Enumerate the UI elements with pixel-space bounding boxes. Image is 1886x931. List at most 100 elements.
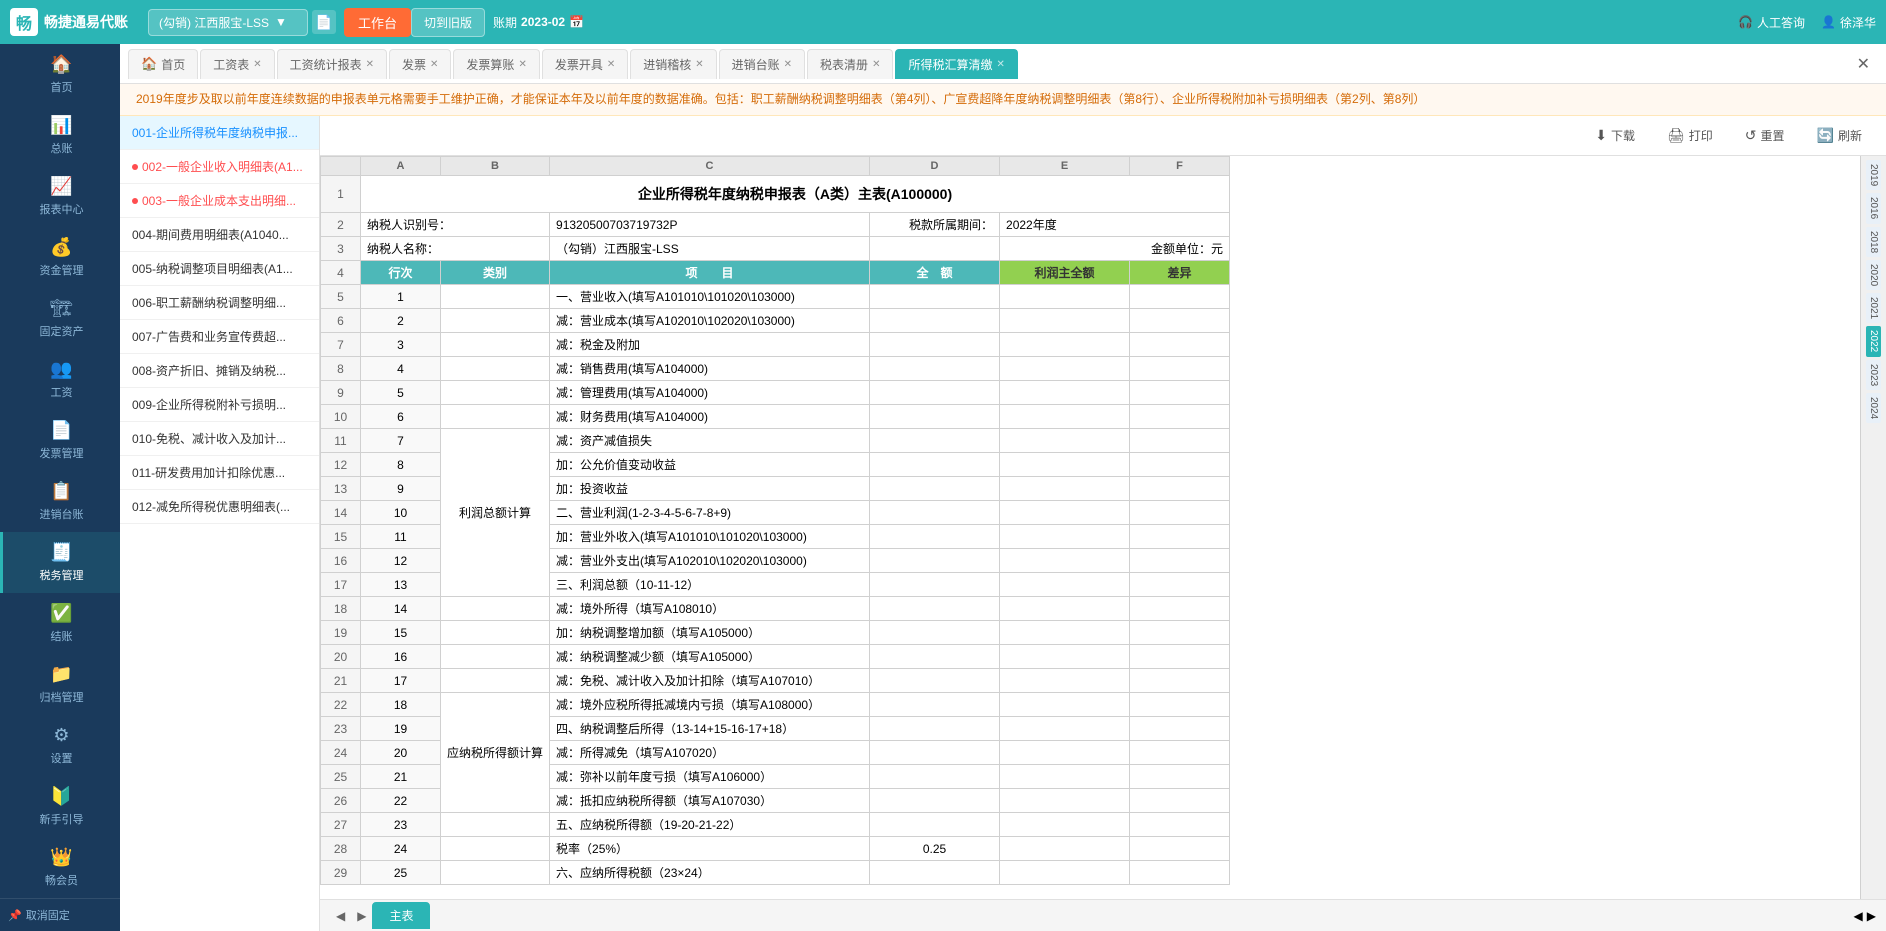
tab-invoice[interactable]: 发票 ✕ (389, 49, 451, 79)
tab-invoice-open[interactable]: 发票开具 ✕ (542, 49, 628, 79)
tab-active-close-icon[interactable]: ✕ (996, 59, 1004, 70)
left-panel-item-008[interactable]: 008-资产折旧、摊销及纳税... (120, 354, 319, 388)
tab-home[interactable]: 🏠 首页 (128, 49, 198, 79)
tab-close-icon[interactable]: ✕ (430, 59, 438, 70)
left-panel-item-005[interactable]: 005-纳税调整项目明细表(A1... (120, 252, 319, 286)
left-item-label-011: 011-研发费用加计扣除优惠... (132, 464, 285, 481)
tab-close-icon[interactable]: ✕ (366, 59, 374, 70)
sidebar-item-archive[interactable]: 📁 归档管理 (0, 654, 120, 715)
year-tag-2023[interactable]: 2023 (1866, 360, 1881, 390)
print-button[interactable]: 🖨 打印 (1659, 123, 1721, 148)
tab-salary-stats[interactable]: 工资统计报表 ✕ (277, 49, 387, 79)
left-item-label-009: 009-企业所得税附补亏损明... (132, 396, 286, 413)
left-panel-item-003[interactable]: 003-一般企业成本支出明细... (120, 184, 319, 218)
left-panel-item-004[interactable]: 004-期间费用明细表(A1040... (120, 218, 319, 252)
company-selector[interactable]: (勾销) 江西服宝-LSS ▼ (148, 9, 308, 36)
tab-income-tax[interactable]: 所得税汇算清缴 ✕ (895, 49, 1017, 79)
warning-bar: 2019年度步及取以前年度连续数据的申报表单元格需要手工维护正确，才能保证本年及… (120, 84, 1886, 116)
left-panel-item-006[interactable]: 006-职工薪酬纳税调整明细... (120, 286, 319, 320)
sheet-nav-prev[interactable]: ◀ (330, 909, 351, 923)
sidebar-item-home[interactable]: 🏠 首页 (0, 44, 120, 105)
left-panel-item-010[interactable]: 010-免税、减计收入及加计... (120, 422, 319, 456)
sidebar-item-settle[interactable]: ✅ 结账 (0, 593, 120, 654)
company-name-value: （勾销）江西服宝-LSS (550, 237, 870, 261)
table-row: 28 24 税率（25%） 0.25 (321, 837, 1230, 861)
scroll-left-icon[interactable]: ◀ (1854, 909, 1863, 923)
sidebar-item-member[interactable]: 👑 畅会员 (0, 837, 120, 898)
switch-version-button[interactable]: 切到旧版 (411, 8, 485, 37)
category-profit: 利润总额计算 (441, 429, 550, 597)
row-num-3: 3 (321, 237, 361, 261)
tab-invoice-calc[interactable]: 发票算账 ✕ (453, 49, 539, 79)
pin-toggle[interactable]: 📌 取消固定 (0, 898, 120, 931)
scroll-controls: ◀ ▶ (1854, 909, 1876, 923)
sidebar: 🏠 首页 📊 总账 📈 报表中心 💰 资金管理 🏗 固定资产 👥 工资 (0, 44, 120, 931)
col-header-num (321, 157, 361, 176)
tab-close-icon[interactable]: ✕ (695, 59, 703, 70)
table-row: 1 企业所得税年度纳税申报表（A类）主表(A100000) (321, 176, 1230, 213)
left-item-label-008: 008-资产折旧、摊销及纳税... (132, 362, 286, 379)
sidebar-item-report[interactable]: 📈 报表中心 (0, 166, 120, 227)
year-tag-2016[interactable]: 2016 (1866, 193, 1881, 223)
left-panel-item-001[interactable]: 001-企业所得税年度纳税申报... (120, 116, 319, 150)
sidebar-label-home: 首页 (51, 79, 73, 95)
workbench-button[interactable]: 工作台 (344, 8, 411, 37)
year-tag-2019[interactable]: 2019 (1866, 160, 1881, 190)
toolbar: ⬇ 下载 🖨 打印 ↺ 重置 🔄 刷新 (320, 116, 1886, 156)
scroll-right-icon[interactable]: ▶ (1867, 909, 1876, 923)
left-panel-item-012[interactable]: 012-减免所得税优惠明细表(... (120, 490, 319, 524)
calendar-icon[interactable]: 📅 (569, 15, 584, 29)
warning-text: 2019年度步及取以前年度连续数据的申报表单元格需要手工维护正确，才能保证本年及… (136, 92, 1425, 106)
tab-close-icon[interactable]: ✕ (784, 59, 792, 70)
tab-invoice-label: 发票 (402, 56, 426, 73)
tab-income-tax-label: 所得税汇算清缴 (908, 56, 992, 73)
refresh-button[interactable]: 🔄 刷新 (1809, 123, 1870, 148)
logo-icon: 畅 (10, 8, 38, 36)
year-tag-2022[interactable]: 2022 (1866, 326, 1881, 356)
tab-close-icon[interactable]: ✕ (253, 59, 261, 70)
top-right-area: 🎧 人工答询 👤 徐泽华 (1738, 14, 1876, 31)
tab-salary[interactable]: 工资表 ✕ (200, 49, 274, 79)
tab-close-icon[interactable]: ✕ (872, 59, 880, 70)
reset-button[interactable]: ↺ 重置 (1737, 123, 1793, 148)
tab-close-icon[interactable]: ✕ (607, 59, 615, 70)
left-panel-item-009[interactable]: 009-企业所得税附补亏损明... (120, 388, 319, 422)
close-all-button[interactable]: ✕ (1849, 54, 1878, 74)
support-link[interactable]: 🎧 人工答询 (1738, 14, 1805, 31)
left-panel-item-007[interactable]: 007-广告费和业务宣传费超... (120, 320, 319, 354)
year-tag-2024[interactable]: 2024 (1866, 393, 1881, 423)
sidebar-item-tax[interactable]: 🧾 税务管理 (0, 532, 120, 593)
user-area[interactable]: 👤 徐泽华 (1821, 14, 1876, 31)
tab-tax-clear[interactable]: 税表清册 ✕ (807, 49, 893, 79)
sidebar-label-fund: 资金管理 (40, 262, 84, 278)
sidebar-label-assets: 固定资产 (40, 323, 84, 339)
left-panel-item-002[interactable]: 002-一般企业收入明细表(A1... (120, 150, 319, 184)
year-tag-2018[interactable]: 2018 (1866, 227, 1881, 257)
logo-area: 畅 畅捷通易代账 (10, 8, 128, 36)
sidebar-item-salary[interactable]: 👥 工资 (0, 349, 120, 410)
sheet-tab-main[interactable]: 主表 (372, 902, 430, 929)
error-dot-002 (132, 164, 138, 170)
year-tag-2020[interactable]: 2020 (1866, 260, 1881, 290)
sidebar-item-settings[interactable]: ⚙ 设置 (0, 715, 120, 776)
sidebar-item-invoice[interactable]: 📄 发票管理 (0, 410, 120, 471)
left-panel-item-011[interactable]: 011-研发费用加计扣除优惠... (120, 456, 319, 490)
sidebar-item-general-ledger[interactable]: 📊 总账 (0, 105, 120, 166)
tab-sales-check[interactable]: 进销稽核 ✕ (630, 49, 716, 79)
tab-close-icon[interactable]: ✕ (518, 59, 526, 70)
sidebar-item-fund[interactable]: 💰 资金管理 (0, 227, 120, 288)
tab-sales-ledger[interactable]: 进销台账 ✕ (719, 49, 805, 79)
table-row-header: 4 行次 类别 项 目 全 额 利润主全额 差异 (321, 261, 1230, 285)
year-tag-2021[interactable]: 2021 (1866, 293, 1881, 323)
sidebar-item-sales[interactable]: 📋 进销台账 (0, 471, 120, 532)
download-button[interactable]: ⬇ 下载 (1587, 123, 1643, 148)
sidebar-item-assets[interactable]: 🏗 固定资产 (0, 288, 120, 349)
table-row: 7 3 减：税金及附加 (321, 333, 1230, 357)
doc-icon[interactable]: 📄 (312, 10, 336, 34)
sidebar-label-guide: 新手引导 (40, 811, 84, 827)
left-item-label-003: 003-一般企业成本支出明细... (142, 192, 296, 209)
sheet-nav-next[interactable]: ▶ (351, 909, 372, 923)
home-icon: 🏠 (50, 54, 72, 75)
sidebar-item-guide[interactable]: 🔰 新手引导 (0, 776, 120, 837)
sidebar-label-settings: 设置 (51, 750, 73, 766)
